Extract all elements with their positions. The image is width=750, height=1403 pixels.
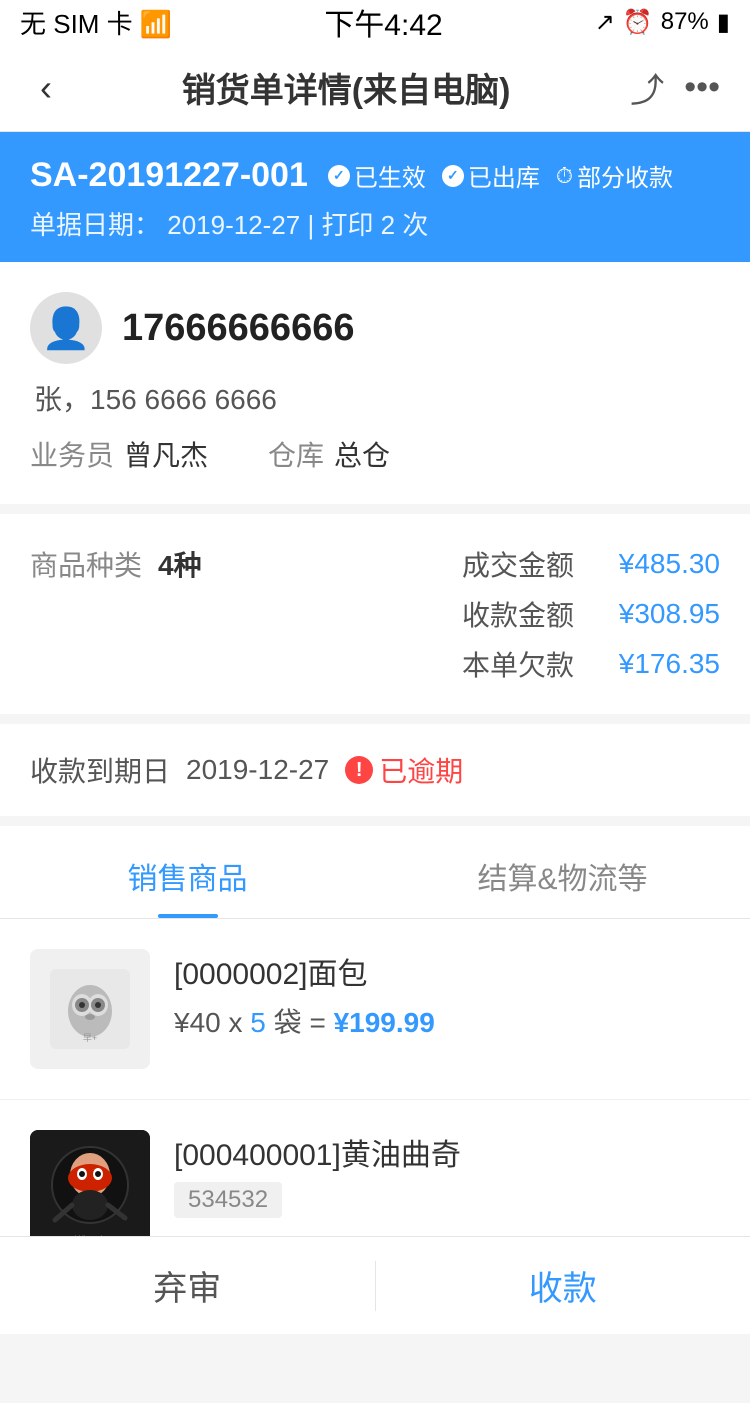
status-shipped: ✓ 已出库 xyxy=(442,158,540,193)
overdue-badge: ! 已逾期 xyxy=(345,750,463,790)
bottom-bar: 弃审 收款 xyxy=(0,1236,750,1334)
received-item: 收款金额 ¥308.95 xyxy=(462,594,720,634)
effective-icon: ✓ xyxy=(328,165,350,187)
battery-icon: ▮ xyxy=(717,8,730,37)
sales-meta: 业务员 曾凡杰 xyxy=(30,434,208,474)
equals-1: = xyxy=(309,1007,333,1038)
status-effective-label: 已生效 xyxy=(354,158,426,193)
cancel-button[interactable]: 弃审 xyxy=(0,1237,375,1334)
order-date: 2019-12-27 xyxy=(167,210,300,240)
debt-value: ¥176.35 xyxy=(590,648,720,680)
received-value: ¥308.95 xyxy=(590,598,720,630)
back-button[interactable]: ‹ xyxy=(30,57,62,119)
share-icon[interactable]: ⤴ xyxy=(630,63,664,112)
product-info-1: [0000002]面包 ¥40 x 5 袋 = ¥199.99 xyxy=(174,949,720,1041)
deal-amount-item: 成交金额 ¥485.30 xyxy=(462,544,720,584)
confirm-button[interactable]: 收款 xyxy=(376,1237,750,1334)
due-section: 收款到期日 2019-12-27 ! 已逾期 xyxy=(0,724,750,816)
sales-value: 曾凡杰 xyxy=(124,434,208,474)
status-badges: ✓ 已生效 ✓ 已出库 ⏱ 部分收款 xyxy=(328,158,673,193)
warehouse-meta: 仓库 总仓 xyxy=(268,434,390,474)
stats-left: 商品种类 4种 xyxy=(30,544,202,584)
order-date-row: 单据日期： 2019-12-27 | 打印 2 次 xyxy=(30,205,720,242)
tab-settlement[interactable]: 结算&物流等 xyxy=(375,826,750,918)
debt-label: 本单欠款 xyxy=(462,644,574,684)
clock-icon: ⏱ xyxy=(556,163,573,189)
unit-1: 袋 xyxy=(274,1007,302,1038)
product-price-1: ¥40 x 5 袋 = ¥199.99 xyxy=(174,1001,720,1041)
nav-bar: ‹ 销货单详情(来自电脑) ⤴ ••• xyxy=(0,44,750,132)
product-sku-2: 534532 xyxy=(174,1182,282,1218)
sales-label: 业务员 xyxy=(30,434,114,474)
status-indicators: ↗ ⏰ 87% ▮ xyxy=(595,8,730,37)
product-thumb-2: Whatsit xyxy=(30,1130,150,1250)
print-info: | 打印 2 次 xyxy=(307,210,428,240)
nav-actions: ⤴ ••• xyxy=(630,63,720,112)
overdue-icon: ! xyxy=(345,756,373,784)
status-time: 下午4:42 xyxy=(324,0,442,44)
deal-amount-label: 成交金额 xyxy=(462,544,574,584)
shipped-icon: ✓ xyxy=(442,165,464,187)
customer-row: 👤 17666666666 xyxy=(30,292,720,364)
location-icon: ↗ xyxy=(595,8,615,37)
stats-right: 成交金额 ¥485.30 收款金额 ¥308.95 本单欠款 ¥176.35 xyxy=(462,544,720,684)
warehouse-label: 仓库 xyxy=(268,434,324,474)
product-types-label: 商品种类 xyxy=(30,544,142,584)
order-id: SA-20191227-001 xyxy=(30,156,308,195)
product-image-1: 早+ xyxy=(50,969,130,1049)
due-date-label: 收款到期日 xyxy=(30,750,170,790)
alarm-icon: ⏰ xyxy=(623,8,653,37)
customer-avatar: 👤 xyxy=(30,292,102,364)
warehouse-value: 总仓 xyxy=(334,434,390,474)
status-effective: ✓ 已生效 xyxy=(328,158,426,193)
stats-row: 商品种类 4种 成交金额 ¥485.30 收款金额 ¥308.95 本单欠款 ¥… xyxy=(30,544,720,684)
total-1: ¥199.99 xyxy=(334,1007,435,1038)
stats-section: 商品种类 4种 成交金额 ¥485.30 收款金额 ¥308.95 本单欠款 ¥… xyxy=(0,514,750,714)
customer-section: 👤 17666666666 张，156 6666 6666 业务员 曾凡杰 仓库… xyxy=(0,262,750,504)
price-unit-1: ¥40 xyxy=(174,1007,221,1038)
date-label: 单据日期： xyxy=(30,210,160,240)
price-x-1: x xyxy=(229,1007,251,1038)
received-label: 收款金额 xyxy=(462,594,574,634)
avatar-icon: 👤 xyxy=(41,305,91,352)
debt-item: 本单欠款 ¥176.35 xyxy=(462,644,720,684)
due-date-value: 2019-12-27 xyxy=(186,754,329,786)
order-header: SA-20191227-001 ✓ 已生效 ✓ 已出库 ⏱ 部分收款 单据日期：… xyxy=(0,132,750,262)
qty-1: 5 xyxy=(250,1007,266,1038)
battery-level: 87% xyxy=(661,8,709,36)
svg-text:早+: 早+ xyxy=(83,1033,97,1043)
customer-meta: 业务员 曾凡杰 仓库 总仓 xyxy=(30,434,720,474)
tab-sales[interactable]: 销售商品 xyxy=(0,826,375,918)
product-item: 早+ [0000002]面包 ¥40 x 5 袋 = ¥199.99 xyxy=(0,919,750,1100)
more-icon[interactable]: ••• xyxy=(684,68,720,107)
product-name-1: [0000002]面包 xyxy=(174,949,720,993)
product-image-2: Whatsit xyxy=(30,1130,150,1250)
product-types-count: 4种 xyxy=(158,544,202,584)
status-partial: ⏱ 部分收款 xyxy=(556,158,673,193)
product-name-2: [000400001]黄油曲奇 xyxy=(174,1130,720,1174)
customer-id: 17666666666 xyxy=(122,307,354,350)
customer-contact: 张，156 6666 6666 xyxy=(30,378,720,418)
status-partial-label: 部分收款 xyxy=(577,158,673,193)
status-bar: 无 SIM 卡 📶 下午4:42 ↗ ⏰ 87% ▮ xyxy=(0,0,750,44)
tabs-section: 销售商品 结算&物流等 xyxy=(0,826,750,919)
status-carrier: 无 SIM 卡 📶 xyxy=(20,4,172,41)
product-thumb-1: 早+ xyxy=(30,949,150,1069)
order-id-row: SA-20191227-001 ✓ 已生效 ✓ 已出库 ⏱ 部分收款 xyxy=(30,156,720,195)
deal-amount-value: ¥485.30 xyxy=(590,548,720,580)
page-title: 销货单详情(来自电脑) xyxy=(182,63,511,112)
status-shipped-label: 已出库 xyxy=(468,158,540,193)
overdue-text: 已逾期 xyxy=(379,750,463,790)
